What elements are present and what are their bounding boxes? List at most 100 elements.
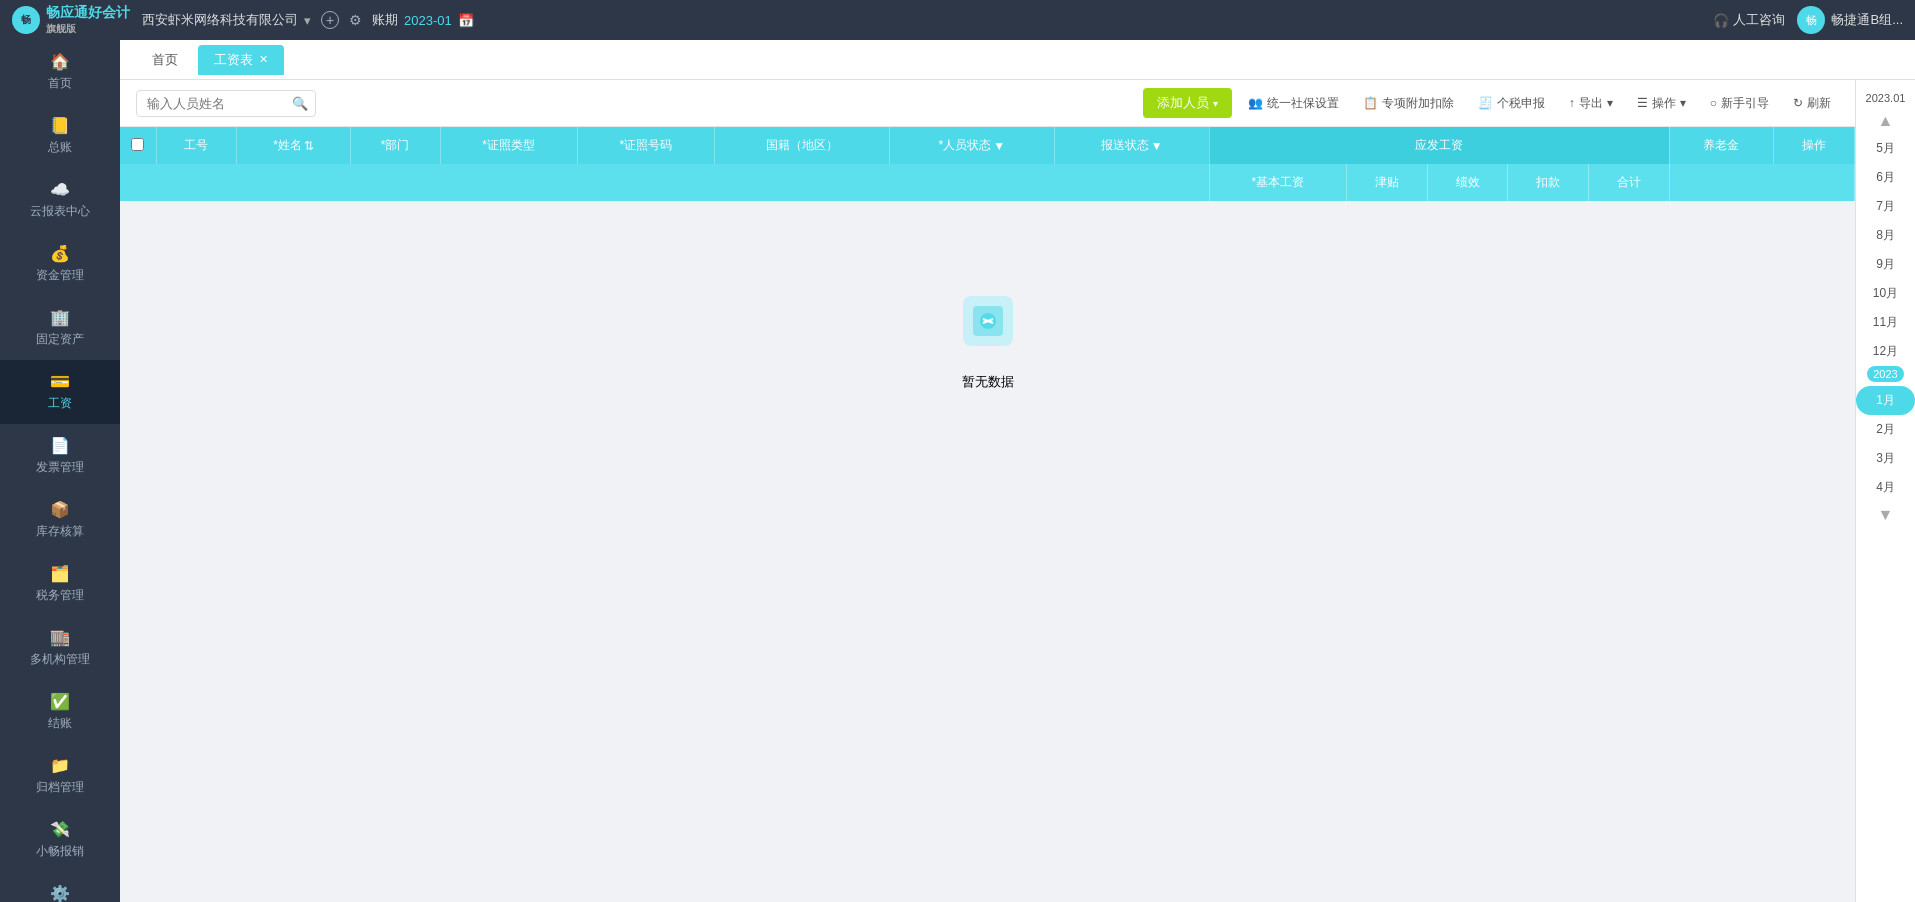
- export-arrow-icon: ▾: [1607, 96, 1613, 110]
- operations-label: 操作: [1652, 95, 1676, 112]
- guide-label: 新手引导: [1721, 95, 1769, 112]
- month-5[interactable]: 5月: [1856, 134, 1915, 163]
- fixed-assets-icon: 🏢: [50, 308, 70, 327]
- sidebar-item-archive[interactable]: 📁 归档管理: [0, 744, 120, 808]
- sidebar-label-archive: 归档管理: [36, 779, 84, 796]
- month-3[interactable]: 3月: [1856, 444, 1915, 473]
- th-deduction: 扣款: [1508, 164, 1589, 201]
- guide-button[interactable]: ○ 新手引导: [1702, 91, 1777, 116]
- refresh-button[interactable]: ↻ 刷新: [1785, 91, 1839, 116]
- sidebar-label-ledger: 总账: [48, 139, 72, 156]
- sidebar-item-inventory[interactable]: 📦 库存核算: [0, 488, 120, 552]
- special-deduction-button[interactable]: 📋 专项附加扣除: [1355, 91, 1462, 116]
- support-label: 人工咨询: [1733, 11, 1785, 29]
- th-cert-no: *证照号码: [577, 127, 714, 164]
- tab-home-label: 首页: [152, 52, 178, 67]
- table-sub-header-row: *基本工资 津贴 绩效 扣款: [120, 164, 1855, 201]
- sidebar-label-invoice: 发票管理: [36, 459, 84, 476]
- sidebar-item-salary[interactable]: 💳 工资: [0, 360, 120, 424]
- main-content: 🔍 添加人员 ▾ 👥 统一社保设置 📋 专项附加扣除: [120, 80, 1915, 902]
- company-selector[interactable]: 西安虾米网络科技有限公司 ▾: [142, 11, 311, 29]
- th-performance: 绩效: [1427, 164, 1508, 201]
- export-button[interactable]: ↑ 导出 ▾: [1561, 91, 1621, 116]
- year-badge: 2023: [1867, 366, 1903, 382]
- month-6[interactable]: 6月: [1856, 163, 1915, 192]
- th-total: 合计: [1589, 164, 1670, 201]
- sidebar-label-home: 首页: [48, 75, 72, 92]
- person-status-filter[interactable]: *人员状态 ▼: [898, 137, 1045, 154]
- select-all-checkbox[interactable]: [131, 138, 144, 151]
- support-button[interactable]: 🎧 人工咨询: [1713, 11, 1785, 29]
- sidebar-label-expense: 小畅报销: [36, 843, 84, 860]
- sidebar-item-fixed-assets[interactable]: 🏢 固定资产: [0, 296, 120, 360]
- sidebar-item-expense[interactable]: 💸 小畅报销: [0, 808, 120, 872]
- th-dept: *部门: [350, 127, 440, 164]
- operations-button[interactable]: ☰ 操作 ▾: [1629, 91, 1694, 116]
- sidebar-item-finance[interactable]: 💰 资金管理: [0, 232, 120, 296]
- name-sort[interactable]: *姓名 ⇅: [245, 137, 342, 154]
- th-name: *姓名 ⇅: [237, 127, 351, 164]
- scroll-up-button[interactable]: ▲: [1874, 108, 1898, 134]
- month-2[interactable]: 2月: [1856, 415, 1915, 444]
- ledger-icon: 📒: [50, 116, 70, 135]
- close-period-icon: ✅: [50, 692, 70, 711]
- social-security-button[interactable]: 👥 统一社保设置: [1240, 91, 1347, 116]
- th-pension: 养老金: [1669, 127, 1773, 164]
- home-icon: 🏠: [50, 52, 70, 71]
- sidebar-item-invoice[interactable]: 📄 发票管理: [0, 424, 120, 488]
- sidebar-item-basic-settings[interactable]: ⚙️ 基础设置: [0, 872, 120, 902]
- finance-icon: 💰: [50, 244, 70, 263]
- empty-state: 暂无数据: [120, 201, 1855, 471]
- personal-tax-button[interactable]: 🧾 个税申报: [1470, 91, 1553, 116]
- sidebar-item-close-period[interactable]: ✅ 结账: [0, 680, 120, 744]
- month-1[interactable]: 1月: [1856, 386, 1915, 415]
- headset-icon: 🎧: [1713, 13, 1729, 28]
- sidebar-label-inventory: 库存核算: [36, 523, 84, 540]
- search-input[interactable]: [136, 90, 316, 117]
- month-11[interactable]: 11月: [1856, 308, 1915, 337]
- salary-icon: 💳: [50, 372, 70, 391]
- empty-text: 暂无数据: [962, 373, 1014, 391]
- sidebar-item-ledger[interactable]: 📒 总账: [0, 104, 120, 168]
- tab-home[interactable]: 首页: [136, 45, 194, 75]
- avatar: 畅: [1797, 6, 1825, 34]
- sidebar-item-multi-org[interactable]: 🏬 多机构管理: [0, 616, 120, 680]
- sidebar-label-salary: 工资: [48, 395, 72, 412]
- personal-tax-label: 个税申报: [1497, 95, 1545, 112]
- month-8[interactable]: 8月: [1856, 221, 1915, 250]
- period-selector[interactable]: 账期 2023-01 📅: [372, 11, 474, 29]
- export-icon: ↑: [1569, 96, 1575, 110]
- tab-close-icon[interactable]: ✕: [259, 53, 268, 66]
- right-panel: 2023.01 ▲ 5月 6月 7月 8月 9月 10月 11月 12月 202…: [1855, 80, 1915, 902]
- app-logo: 畅 畅应通好会计 旗舰版: [12, 4, 132, 36]
- scroll-down-button[interactable]: ▼: [1874, 502, 1898, 528]
- th-payroll-group: 应发工资: [1209, 127, 1669, 164]
- add-company-button[interactable]: +: [321, 11, 339, 29]
- app-version: 旗舰版: [46, 22, 130, 36]
- month-12[interactable]: 12月: [1856, 337, 1915, 366]
- calendar-icon[interactable]: 📅: [458, 13, 474, 28]
- export-label: 导出: [1579, 95, 1603, 112]
- month-7[interactable]: 7月: [1856, 192, 1915, 221]
- invoice-icon: 📄: [50, 436, 70, 455]
- tab-salary-table[interactable]: 工资表 ✕: [198, 45, 284, 75]
- th-action: 操作: [1774, 127, 1855, 164]
- month-10[interactable]: 10月: [1856, 279, 1915, 308]
- month-9[interactable]: 9月: [1856, 250, 1915, 279]
- sidebar-item-home[interactable]: 🏠 首页: [0, 40, 120, 104]
- sidebar-label-multi-org: 多机构管理: [30, 651, 90, 668]
- report-status-filter[interactable]: 报送状态 ▼: [1063, 137, 1201, 154]
- th-cert-type: *证照类型: [440, 127, 577, 164]
- company-dropdown-icon[interactable]: ▾: [304, 13, 311, 28]
- th-checkbox[interactable]: [120, 127, 156, 164]
- period-value: 2023-01: [404, 13, 452, 28]
- sidebar-item-cloud-report[interactable]: ☁️ 云报表中心: [0, 168, 120, 232]
- sidebar-item-tax[interactable]: 🗂️ 税务管理: [0, 552, 120, 616]
- cloud-icon: ☁️: [50, 180, 70, 199]
- user-info[interactable]: 畅 畅捷通B组...: [1797, 6, 1903, 34]
- app-name: 畅应通好会计: [46, 4, 130, 22]
- month-4[interactable]: 4月: [1856, 473, 1915, 502]
- add-person-button[interactable]: 添加人员 ▾: [1143, 88, 1232, 118]
- company-settings-icon[interactable]: ⚙: [349, 12, 362, 28]
- table-container: 工号 *姓名 ⇅ *部门: [120, 127, 1855, 902]
